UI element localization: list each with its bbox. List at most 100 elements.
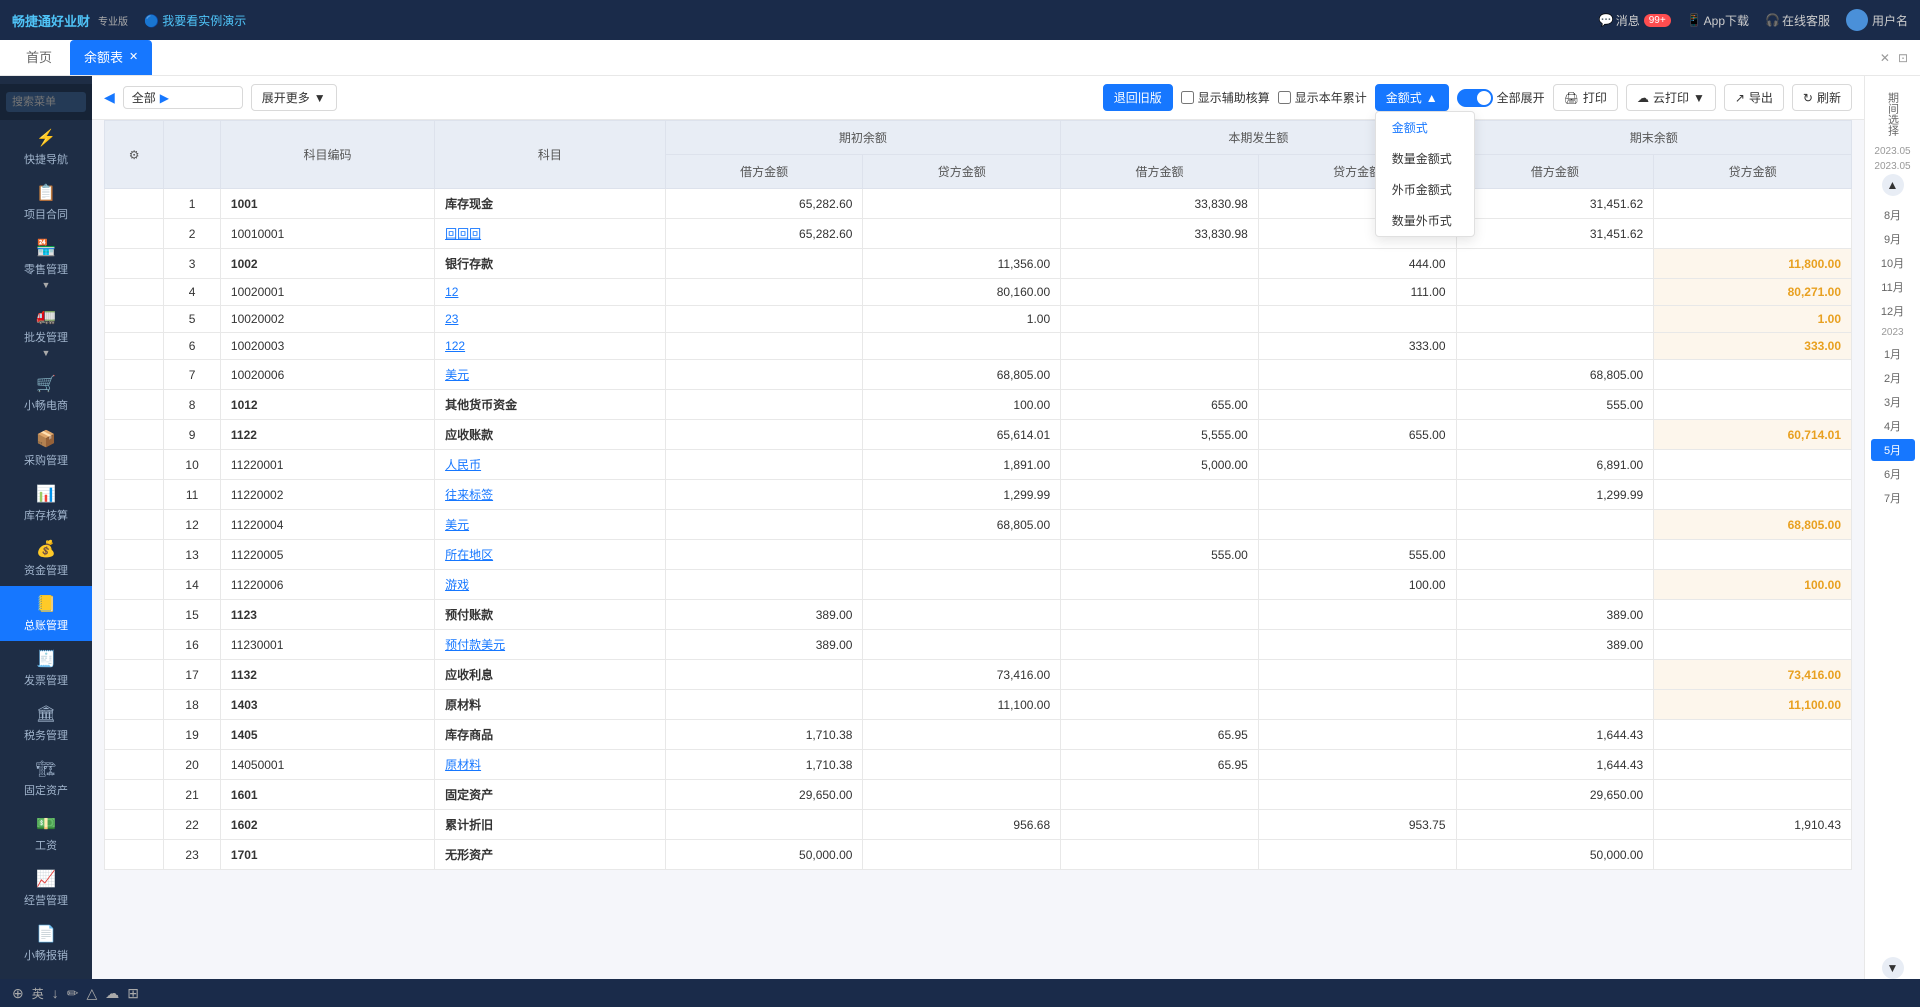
sidebar-item-tax[interactable]: 🏛 税务管理	[0, 696, 92, 751]
period-nav-down[interactable]: ▼	[1882, 957, 1904, 979]
col-settings-header[interactable]: ⚙	[105, 121, 164, 189]
month-item[interactable]: 6月	[1871, 463, 1915, 485]
row-name[interactable]: 往来标签	[435, 480, 666, 510]
row-name[interactable]: 回回回	[435, 219, 666, 249]
month-item[interactable]: 4月	[1871, 415, 1915, 437]
sidebar-item-quicknav[interactable]: ⚡ 快捷导航	[0, 120, 92, 175]
account-search-box[interactable]: 全部 ▶	[123, 86, 243, 109]
row-name[interactable]: 银行存款	[435, 249, 666, 279]
bottom-icon-add[interactable]: ⊕	[12, 985, 24, 1002]
row-name[interactable]: 库存商品	[435, 720, 666, 750]
messages-btn[interactable]: 💬 消息 99+	[1599, 12, 1671, 29]
show-ytd-checkbox[interactable]	[1278, 91, 1291, 104]
back-icon[interactable]: ◀	[104, 89, 115, 106]
bottom-icon-edit[interactable]: ✏	[67, 985, 79, 1002]
sidebar-item-base[interactable]: 🔧 基础信息	[0, 971, 92, 979]
row-name[interactable]: 美元	[435, 360, 666, 390]
tab-balance[interactable]: 余额表 ✕	[70, 40, 152, 75]
month-item[interactable]: 12月	[1871, 300, 1915, 322]
sidebar-item-invoice[interactable]: 🧾 发票管理	[0, 641, 92, 696]
dropdown-item-foreign-amount[interactable]: 外币金额式	[1376, 174, 1474, 205]
month-item[interactable]: 11月	[1871, 276, 1915, 298]
period-nav-up[interactable]: ▲	[1882, 174, 1904, 196]
row-name[interactable]: 12	[435, 279, 666, 306]
tab-close-icon[interactable]: ✕	[129, 50, 138, 63]
sidebar-item-capital[interactable]: 💰 资金管理	[0, 531, 92, 586]
back-old-btn[interactable]: 退回旧版	[1103, 84, 1173, 111]
month-item[interactable]: 3月	[1871, 391, 1915, 413]
row-name[interactable]: 库存现金	[435, 189, 666, 219]
bottom-icon-grid[interactable]: ⊞	[127, 985, 139, 1002]
row-name[interactable]: 人民币	[435, 450, 666, 480]
month-item[interactable]: 5月	[1871, 439, 1915, 461]
row-name[interactable]: 其他货币资金	[435, 390, 666, 420]
dropdown-item-amount[interactable]: 金额式	[1376, 112, 1474, 143]
row-name[interactable]: 游戏	[435, 570, 666, 600]
sidebar-item-purchase[interactable]: 📦 采购管理	[0, 421, 92, 476]
month-item[interactable]: 8月	[1871, 204, 1915, 226]
toggle-switch-control[interactable]	[1457, 89, 1493, 107]
dropdown-item-qty-foreign[interactable]: 数量外币式	[1376, 205, 1474, 236]
row-name[interactable]: 122	[435, 333, 666, 360]
sidebar-item-operations[interactable]: 📈 经营管理	[0, 861, 92, 916]
sidebar-item-retail[interactable]: 🏪 零售管理 ▼	[0, 230, 92, 298]
amount-mode-btn[interactable]: 金额式 ▲	[1375, 84, 1449, 111]
sidebar-item-inventory[interactable]: 📊 库存核算	[0, 476, 92, 531]
row-name[interactable]: 无形资产	[435, 840, 666, 870]
month-item[interactable]: 7月	[1871, 487, 1915, 509]
row-name[interactable]: 美元	[435, 510, 666, 540]
row-name[interactable]: 原材料	[435, 690, 666, 720]
bottom-icon-download[interactable]: ↓	[52, 985, 59, 1001]
sidebar-item-ecommerce[interactable]: 🛒 小畅电商	[0, 366, 92, 421]
expand-all-toggle[interactable]: 全部展开	[1457, 89, 1545, 107]
expand-more-btn[interactable]: 展开更多 ▼	[251, 84, 337, 111]
online-service-btn[interactable]: 🎧 在线客服	[1765, 12, 1830, 29]
refresh-btn[interactable]: ↻ 刷新	[1792, 84, 1852, 111]
sidebar-search-box[interactable]	[0, 84, 92, 120]
row-credit-close	[1654, 480, 1852, 510]
cloud-print-btn[interactable]: ☁ 云打印 ▼	[1626, 84, 1716, 111]
sidebar-item-salary[interactable]: 💵 工资	[0, 806, 92, 861]
export-btn[interactable]: ↗ 导出	[1724, 84, 1784, 111]
show-ytd-label[interactable]: 显示本年累计	[1278, 89, 1367, 106]
row-name[interactable]: 累计折旧	[435, 810, 666, 840]
sidebar-item-report[interactable]: 📄 小畅报销	[0, 916, 92, 971]
show-auxiliary-label[interactable]: 显示辅助核算	[1181, 89, 1270, 106]
show-auxiliary-checkbox[interactable]	[1181, 91, 1194, 104]
sidebar-item-assets[interactable]: 🏗 固定资产	[0, 751, 92, 806]
nav-down[interactable]: ▼	[1882, 957, 1904, 979]
bottom-icon-cloud[interactable]: ☁	[105, 985, 119, 1002]
tab-expand[interactable]: ⊡	[1898, 51, 1908, 65]
period-select-title[interactable]: 期间选择	[1885, 84, 1901, 144]
dropdown-item-qty-amount[interactable]: 数量金额式	[1376, 143, 1474, 174]
sidebar-item-project[interactable]: 📋 项目合同	[0, 175, 92, 230]
row-name[interactable]: 23	[435, 306, 666, 333]
row-name[interactable]: 固定资产	[435, 780, 666, 810]
row-name[interactable]: 预付账款	[435, 600, 666, 630]
bottom-icon-lang[interactable]: 英	[32, 985, 44, 1002]
tab-home[interactable]: 首页	[12, 40, 66, 75]
amount-mode-dropdown[interactable]: 金额式 ▲ 金额式 数量金额式 外币金额式 数量外币式	[1375, 84, 1449, 111]
row-name[interactable]: 应收利息	[435, 660, 666, 690]
bottom-icon-triangle[interactable]: △	[86, 985, 97, 1002]
month-item[interactable]: 2月	[1871, 367, 1915, 389]
row-name[interactable]: 预付款美元	[435, 630, 666, 660]
search-input[interactable]	[6, 92, 86, 112]
demo-link[interactable]: 🔵 我要看实例演示	[144, 12, 246, 29]
search-arrow-icon[interactable]: ▶	[160, 91, 169, 105]
app-download-btn[interactable]: 📱 App下载	[1687, 12, 1749, 29]
row-name[interactable]: 应收账款	[435, 420, 666, 450]
row-name[interactable]: 原材料	[435, 750, 666, 780]
month-item[interactable]: 9月	[1871, 228, 1915, 250]
month-item[interactable]: 1月	[1871, 343, 1915, 365]
sidebar-item-wholesale[interactable]: 🚛 批发管理 ▼	[0, 298, 92, 366]
user-avatar[interactable]: 用户名	[1846, 9, 1908, 31]
settings-icon[interactable]: ⚙	[129, 148, 140, 162]
month-item[interactable]: 2023	[1871, 324, 1915, 341]
month-item[interactable]: 10月	[1871, 252, 1915, 274]
nav-up[interactable]: ▲	[1882, 174, 1904, 196]
row-name[interactable]: 所在地区	[435, 540, 666, 570]
print-btn[interactable]: 🖨 打印	[1553, 84, 1618, 111]
tab-close-all[interactable]: ✕	[1880, 51, 1890, 65]
sidebar-item-ledger[interactable]: 📒 总账管理	[0, 586, 92, 641]
